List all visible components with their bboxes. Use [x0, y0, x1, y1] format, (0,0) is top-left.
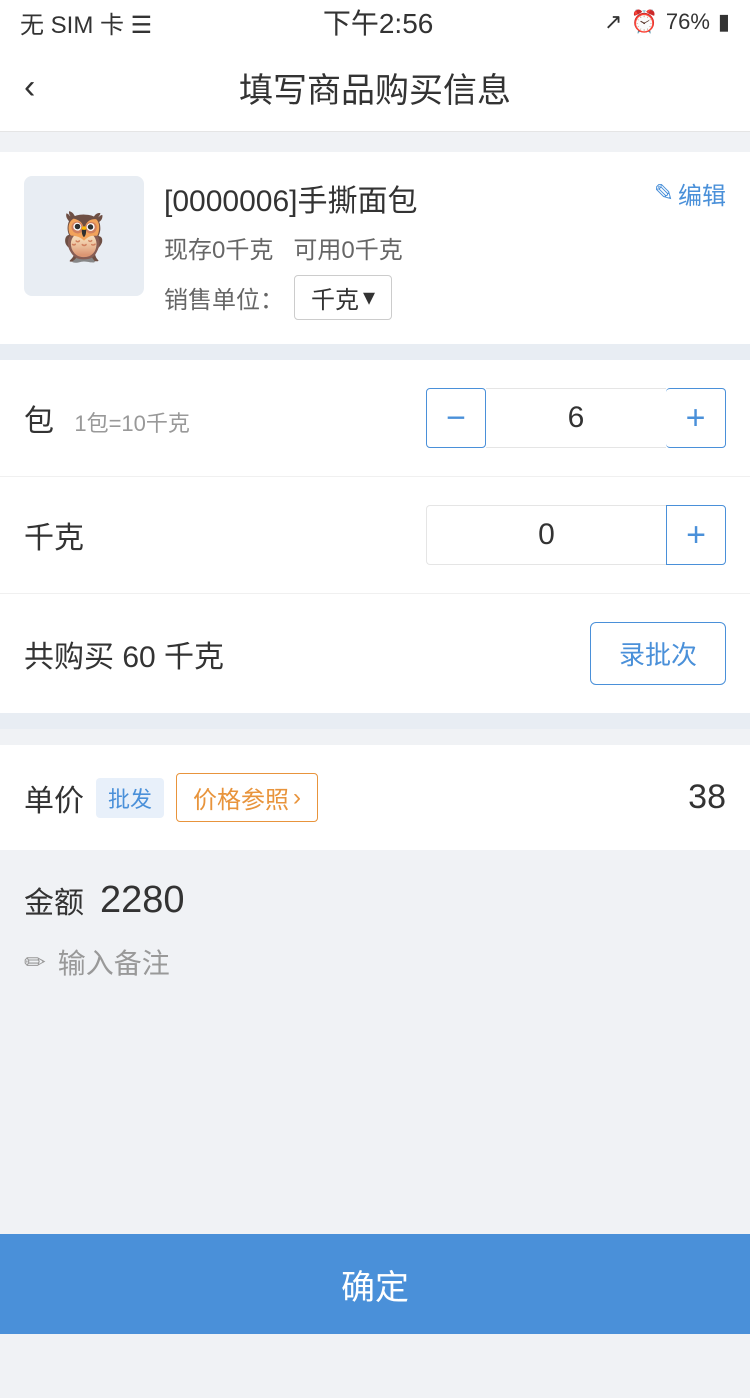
separator-2 [0, 713, 750, 729]
bag-label: 包 1包=10千克 [24, 396, 426, 440]
remark-placeholder: 输入备注 [58, 942, 170, 982]
bag-hint: 1包=10千克 [74, 411, 190, 436]
price-left: 单价 批发 价格参照 › [24, 773, 318, 822]
nav-bar: ‹ 填写商品购买信息 [0, 44, 750, 132]
page-title: 填写商品购买信息 [239, 63, 511, 112]
kg-input[interactable] [426, 505, 666, 565]
kg-label: 千克 [24, 513, 426, 557]
amount-label: 金额 [24, 878, 84, 922]
batch-tag: 批发 [96, 778, 164, 818]
product-unit-row: 销售单位： 千克 ▾ [164, 275, 634, 320]
bag-plus-button[interactable]: + [666, 388, 726, 448]
status-left: 无 SIM 卡 ☰ [20, 5, 152, 40]
status-bar: 无 SIM 卡 ☰ 下午2:56 ↗ ⏰ 76% ▮ [0, 0, 750, 44]
kg-plus-button[interactable]: + [666, 505, 726, 565]
price-row: 单价 批发 价格参照 › 38 [24, 773, 726, 822]
confirm-button[interactable]: 确定 [0, 1234, 750, 1334]
product-stock: 现存0千克 可用0千克 [164, 230, 634, 265]
price-section: 单价 批发 价格参照 › 38 [0, 745, 750, 850]
batch-button[interactable]: 录批次 [590, 622, 726, 685]
alarm-icon: ⏰ [630, 9, 657, 35]
amount-section: 金额 2280 ✏ 输入备注 [0, 850, 750, 998]
edit-button[interactable]: ✎ 编辑 [654, 176, 726, 211]
product-image: 🦉 [24, 176, 144, 296]
pencil-icon: ✏ [24, 947, 46, 978]
bag-stepper: − + [426, 388, 726, 448]
status-time: 下午2:56 [323, 2, 434, 42]
kg-input-wrapper: + [426, 505, 726, 565]
total-row: 共购买 60 千克 录批次 [0, 594, 750, 713]
unit-value: 千克 [311, 280, 359, 315]
input-section: 包 1包=10千克 − + 千克 + [0, 360, 750, 594]
bag-input-row: 包 1包=10千克 − + [0, 360, 750, 477]
chevron-down-icon: ▾ [363, 283, 375, 312]
status-right: ↗ ⏰ 76% ▮ [604, 9, 730, 35]
product-name: [0000006]手撕面包 [164, 176, 634, 220]
separator-1 [0, 344, 750, 360]
total-text: 共购买 60 千克 [24, 632, 224, 676]
product-info: [0000006]手撕面包 现存0千克 可用0千克 销售单位： 千克 ▾ [164, 176, 634, 320]
edit-label: 编辑 [678, 176, 726, 211]
amount-value: 2280 [100, 879, 185, 922]
remark-row[interactable]: ✏ 输入备注 [24, 942, 726, 982]
unit-label: 销售单位： [164, 280, 284, 315]
gps-icon: ↗ [604, 9, 622, 35]
bag-minus-button[interactable]: − [426, 388, 486, 448]
stock-available: 可用0千克 [293, 237, 402, 264]
edit-icon: ✎ [654, 179, 674, 208]
unit-select[interactable]: 千克 ▾ [294, 275, 392, 320]
battery-level: 76% [666, 9, 710, 35]
amount-row: 金额 2280 [24, 878, 726, 922]
price-label: 单价 [24, 776, 84, 820]
back-button[interactable]: ‹ [24, 68, 35, 107]
empty-content [0, 998, 750, 1398]
product-thumbnail-icon: 🦉 [54, 208, 114, 265]
battery-icon: ▮ [718, 9, 730, 35]
product-card: 🦉 [0000006]手撕面包 现存0千克 可用0千克 销售单位： 千克 ▾ ✎… [0, 152, 750, 344]
price-value: 38 [688, 778, 726, 817]
chevron-right-icon: › [293, 784, 301, 812]
bag-input[interactable] [486, 388, 666, 448]
price-ref-label: 价格参照 [193, 780, 289, 815]
stock-current: 现存0千克 [164, 237, 273, 264]
price-ref-button[interactable]: 价格参照 › [176, 773, 318, 822]
sim-status: 无 SIM 卡 ☰ [20, 5, 152, 40]
kg-input-row: 千克 + [0, 477, 750, 594]
